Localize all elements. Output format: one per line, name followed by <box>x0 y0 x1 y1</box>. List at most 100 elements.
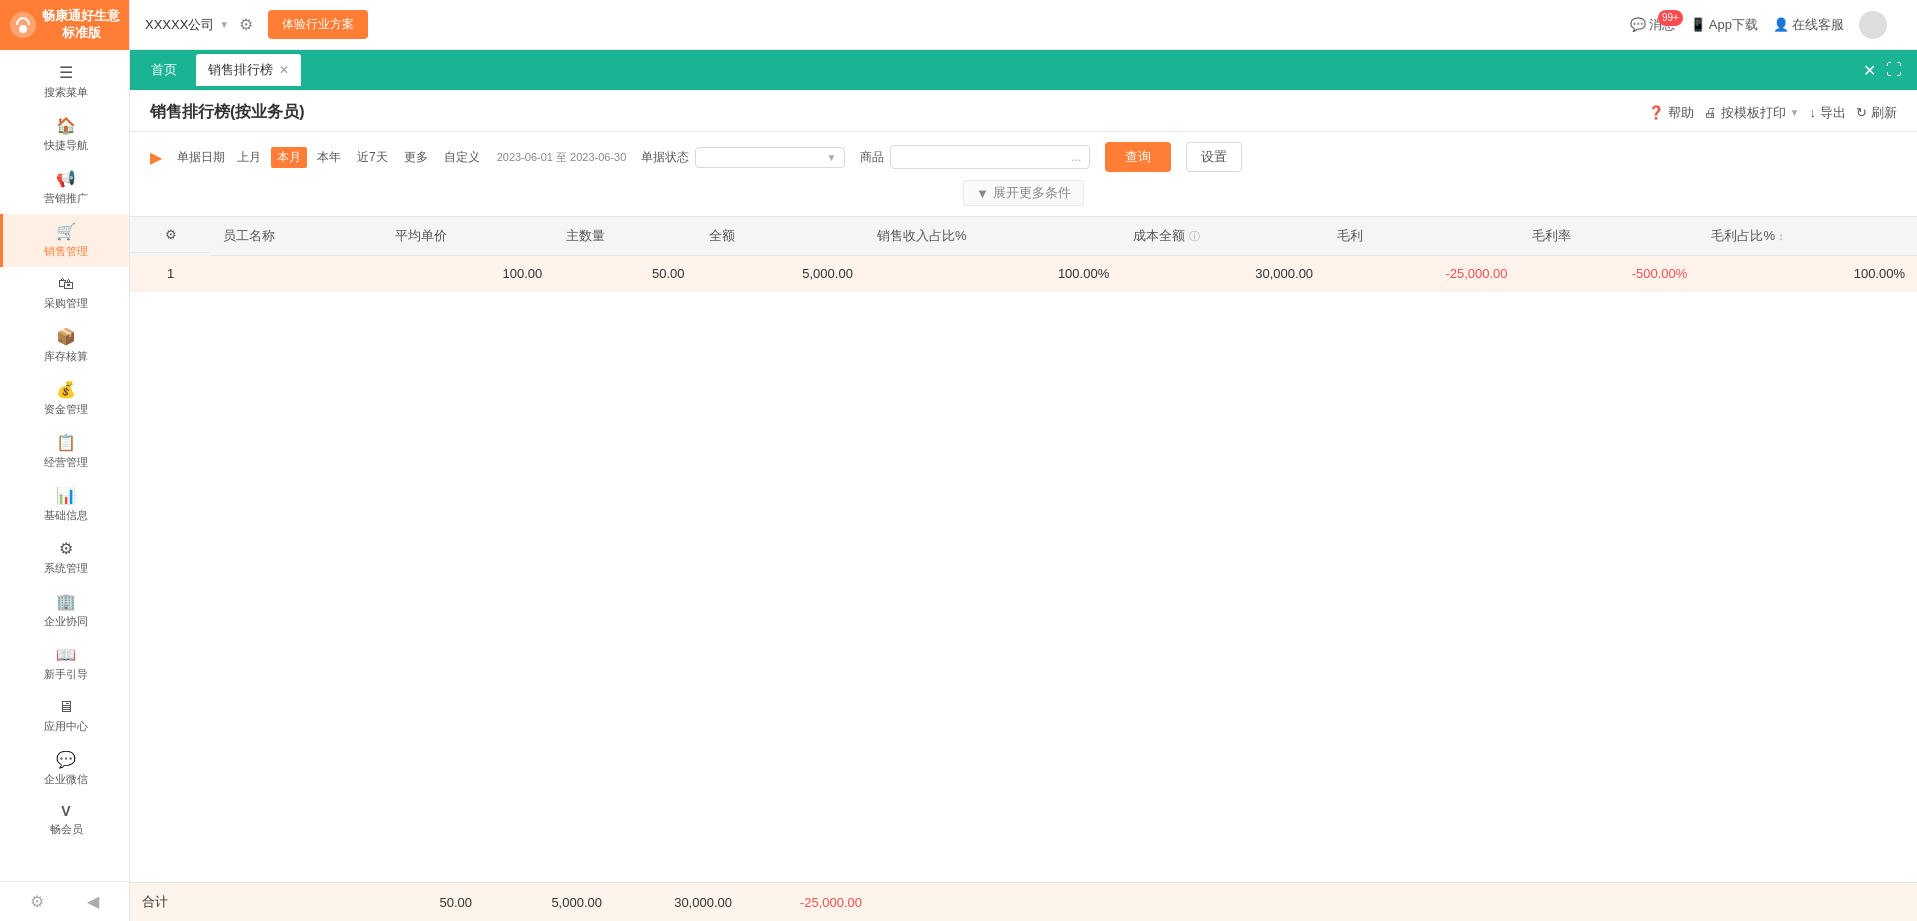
sidebar-item-wechat[interactable]: 💬 企业微信 <box>0 742 129 795</box>
column-sales-pct-label: 销售收入占比% <box>877 228 967 243</box>
sidebar-item-finance[interactable]: 💰 资金管理 <box>0 372 129 425</box>
date-range-display: 2023-06-01 至 2023-06-30 <box>497 150 627 165</box>
column-employee-label: 员工名称 <box>223 228 275 243</box>
app-download-button[interactable]: 📱 App下载 <box>1690 16 1758 34</box>
status-select[interactable]: ▼ <box>695 147 845 168</box>
tab-home[interactable]: 首页 <box>135 50 193 90</box>
goods-input[interactable]: ... <box>890 145 1090 169</box>
message-badge: 99+ <box>1658 10 1683 26</box>
message-button[interactable]: 💬 消息 99+ <box>1630 16 1675 34</box>
topbar-right: 💬 消息 99+ 📱 App下载 👤 在线客服 <box>1630 11 1902 39</box>
date-tab-this-month[interactable]: 本月 <box>271 147 307 168</box>
help-button[interactable]: ❓ 帮助 <box>1648 104 1694 122</box>
column-cost-label: 成本全额 <box>1133 228 1185 243</box>
footer-quantity: 50.00 <box>352 895 472 910</box>
date-tab-7days[interactable]: 近7天 <box>351 147 394 168</box>
brand-logo-icon <box>9 11 37 39</box>
query-button[interactable]: 查询 <box>1105 142 1171 172</box>
online-service-button[interactable]: 👤 在线客服 <box>1773 16 1844 34</box>
sidebar-label-purchase: 采购管理 <box>44 296 88 311</box>
gross-pct-sort-icon[interactable]: ↕ <box>1778 230 1784 242</box>
print-button[interactable]: 🖨 按模板打印 ▼ <box>1704 104 1800 122</box>
column-gross-rate-header: 毛利率 <box>1520 217 1700 256</box>
home-icon: 🏠 <box>56 116 76 135</box>
filter-row: ▶ 单据日期 上月 本月 本年 近7天 更多 自定义 2023-06-01 至 … <box>150 142 1897 172</box>
sidebar-item-sales[interactable]: 🛒 销售管理 <box>0 214 129 267</box>
date-filter: 单据日期 上月 本月 本年 近7天 更多 自定义 2023-06-01 至 20… <box>177 147 626 168</box>
column-avg-price-label: 平均单价 <box>395 228 447 243</box>
sidebar-label-system: 系统管理 <box>44 561 88 576</box>
column-settings-header[interactable]: ⚙ <box>130 217 211 253</box>
sidebar-label-enterprise: 企业协同 <box>44 614 88 629</box>
sidebar-item-search[interactable]: ☰ 搜索菜单 <box>0 55 129 108</box>
help-icon: ❓ <box>1648 105 1664 120</box>
sidebar-label-basics: 基础信息 <box>44 508 88 523</box>
column-gross-pct-header: 毛利占比% ↕ <box>1699 217 1917 256</box>
sidebar-label-marketing: 营销推广 <box>44 191 88 206</box>
tab-close-icon[interactable]: ✕ <box>279 63 289 77</box>
avatar[interactable] <box>1859 11 1887 39</box>
column-settings-icon[interactable]: ⚙ <box>165 227 177 242</box>
filter-collapse-button[interactable]: ▶ <box>150 148 162 167</box>
date-tab-this-year[interactable]: 本年 <box>311 147 347 168</box>
expand-label: 展开更多条件 <box>993 184 1071 202</box>
sidebar-item-operations[interactable]: 📋 经营管理 <box>0 425 129 478</box>
topbar-settings-icon[interactable]: ⚙ <box>239 15 253 34</box>
status-select-arrow: ▼ <box>826 152 836 163</box>
purchase-icon: 🛍 <box>58 275 74 293</box>
cost-info-icon: ⓘ <box>1189 230 1200 242</box>
table-header-row: ⚙ 员工名称 平均单价 主数量 全额 <box>130 217 1917 256</box>
export-button[interactable]: ↓ 导出 <box>1810 104 1847 122</box>
tab-bar-controls: ✕ ⛶ <box>1863 61 1912 80</box>
column-gross-pct-label: 毛利占比% <box>1711 228 1775 243</box>
tab-home-label: 首页 <box>151 61 177 79</box>
tab-sales-ranking[interactable]: 销售排行榜 ✕ <box>196 54 301 86</box>
table-footer: 合计 50.00 5,000.00 30,000.00 -25,000.00 <box>130 882 1917 921</box>
sidebar-item-inventory[interactable]: 📦 库存核算 <box>0 319 129 372</box>
refresh-button[interactable]: ↻ 刷新 <box>1856 104 1897 122</box>
inventory-icon: 📦 <box>56 327 76 346</box>
row-rank: 1 <box>130 256 211 292</box>
column-amount-header: 全额 <box>697 217 865 256</box>
column-gross-label: 毛利 <box>1337 228 1363 243</box>
company-selector[interactable]: XXXXX公司 ▼ <box>145 16 229 34</box>
tab-maximize-icon[interactable]: ⛶ <box>1886 61 1902 79</box>
settings-button[interactable]: 设置 <box>1186 142 1242 172</box>
row-sales-pct: 100.00% <box>865 256 1121 292</box>
goods-more-icon[interactable]: ... <box>1071 150 1081 164</box>
sidebar-item-vip[interactable]: V 畅会员 <box>0 795 129 845</box>
date-tab-custom[interactable]: 自定义 <box>438 147 486 168</box>
sidebar-item-marketing[interactable]: 📢 营销推广 <box>0 161 129 214</box>
service-label: 在线客服 <box>1792 16 1844 34</box>
sidebar-item-system[interactable]: ⚙ 系统管理 <box>0 531 129 584</box>
sidebar-item-apps[interactable]: 🖥 应用中心 <box>0 690 129 742</box>
sidebar-item-enterprise[interactable]: 🏢 企业协同 <box>0 584 129 637</box>
row-employee <box>211 256 383 292</box>
tab-close-all-icon[interactable]: ✕ <box>1863 61 1876 80</box>
sidebar-label-search: 搜索菜单 <box>44 85 88 100</box>
sidebar-item-guide[interactable]: 📖 新手引导 <box>0 637 129 690</box>
sidebar-settings-icon[interactable]: ⚙ <box>30 892 44 911</box>
table-container: ⚙ 员工名称 平均单价 主数量 全额 <box>130 217 1917 882</box>
date-tab-more[interactable]: 更多 <box>398 147 434 168</box>
sidebar-item-basics[interactable]: 📊 基础信息 <box>0 478 129 531</box>
goods-filter-label: 商品 <box>860 149 884 166</box>
sidebar-item-purchase[interactable]: 🛍 采购管理 <box>0 267 129 319</box>
sidebar-label-shortcuts: 快捷导航 <box>44 138 88 153</box>
sidebar-collapse-icon[interactable]: ◀ <box>87 892 99 911</box>
footer-cost: 30,000.00 <box>602 895 732 910</box>
trial-button[interactable]: 体验行业方案 <box>268 10 368 39</box>
sidebar-item-shortcuts[interactable]: 🏠 快捷导航 <box>0 108 129 161</box>
sidebar-label-wechat: 企业微信 <box>44 772 88 787</box>
vip-icon: V <box>61 803 70 819</box>
export-icon: ↓ <box>1810 105 1817 120</box>
sidebar-label-sales: 销售管理 <box>44 244 88 259</box>
content-area: 销售排行榜(按业务员) ❓ 帮助 🖨 按模板打印 ▼ ↓ 导出 ↻ 刷新 <box>130 90 1917 921</box>
expand-conditions-button[interactable]: ▼ 展开更多条件 <box>963 180 1084 206</box>
date-tab-last-month[interactable]: 上月 <box>231 147 267 168</box>
row-quantity: 50.00 <box>554 256 696 292</box>
status-filter: 单据状态 ▼ <box>641 147 845 168</box>
footer-total-text: 合计 <box>142 894 168 909</box>
footer-gross: -25,000.00 <box>732 895 862 910</box>
enterprise-icon: 🏢 <box>56 592 76 611</box>
